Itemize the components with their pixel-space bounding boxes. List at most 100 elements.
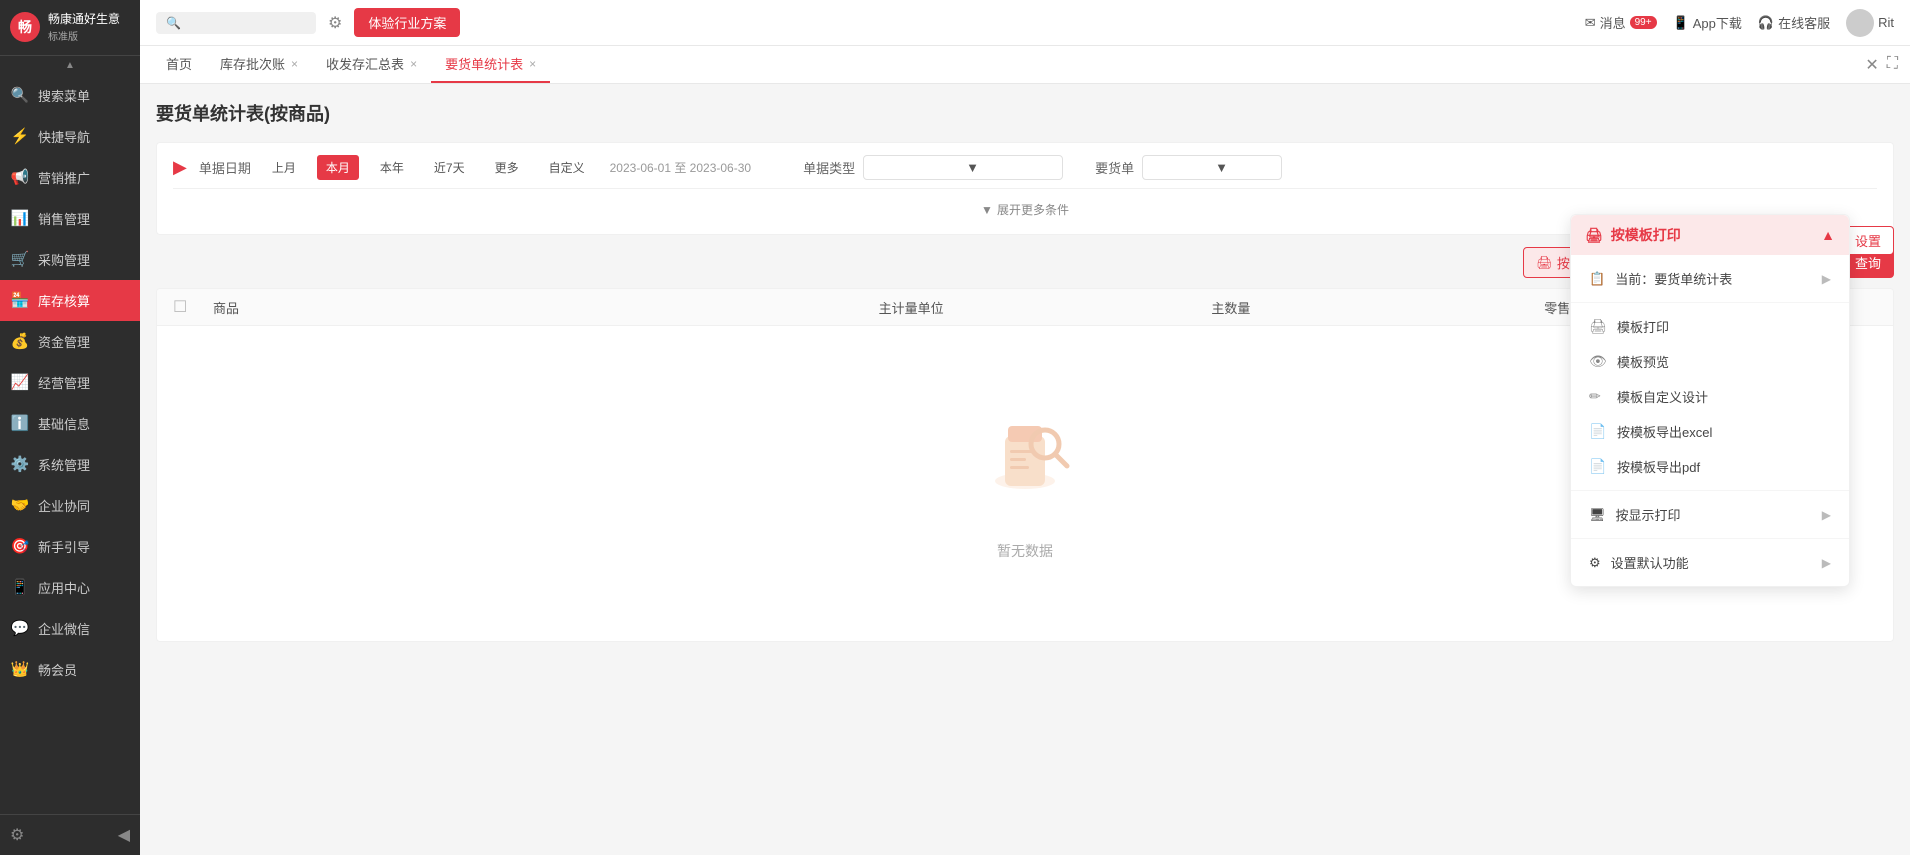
current-template-section: 📋 当前：要货单统计表 ▶: [1571, 255, 1849, 303]
tab-collection-summary-close[interactable]: ×: [410, 57, 417, 71]
sidebar-item-appstore[interactable]: 📱 应用中心: [0, 567, 140, 608]
sidebar-item-purchase[interactable]: 🛒 采购管理: [0, 239, 140, 280]
sidebar-item-search[interactable]: 🔍 搜索菜单: [0, 75, 140, 116]
expand-conditions-btn[interactable]: ▼ 展开更多条件: [971, 197, 1079, 222]
sidebar-item-system[interactable]: ⚙️ 系统管理: [0, 444, 140, 485]
sidebar-label-marketing: 营销推广: [38, 168, 90, 187]
sidebar-item-guide[interactable]: 🎯 新手引导: [0, 526, 140, 567]
date-btn-this-month[interactable]: 本月: [317, 155, 359, 180]
page-title: 要货单统计表(按商品): [156, 100, 1894, 126]
sidebar-item-member[interactable]: 👑 畅会员: [0, 649, 140, 690]
print-dropdown-header[interactable]: 🖨 按模板打印 ▲: [1571, 215, 1849, 255]
sidebar-label-sales: 销售管理: [38, 209, 90, 228]
set-default-icon: ⚙: [1589, 555, 1601, 571]
sidebar-label-wecom: 企业微信: [38, 619, 90, 638]
tab-batch-account-close[interactable]: ×: [291, 57, 298, 71]
print-dropdown-label: 按模板打印: [1611, 225, 1681, 245]
th-checkbox: ☐: [173, 297, 213, 317]
checkbox-icon[interactable]: ☐: [173, 299, 187, 316]
set-default-item[interactable]: ⚙ 设置默认功能 ▶: [1571, 545, 1849, 580]
date-btn-more[interactable]: 更多: [486, 155, 528, 180]
sidebar-item-quick-nav[interactable]: ⚡ 快捷导航: [0, 116, 140, 157]
date-filter-label: 单据日期: [199, 158, 251, 177]
inventory-icon: 🏪: [10, 291, 30, 309]
category-select[interactable]: ▼: [1142, 155, 1282, 180]
template-custom-icon: ✏: [1589, 388, 1607, 405]
finance-icon: 💰: [10, 332, 30, 350]
tab-home-label: 首页: [166, 54, 192, 73]
search-icon: 🔍: [166, 16, 181, 30]
online-service-btn[interactable]: 🎧 在线客服: [1758, 13, 1830, 32]
user-avatar[interactable]: Rit: [1846, 9, 1894, 37]
sidebar-label-collab: 企业协同: [38, 496, 90, 515]
sidebar-item-sales[interactable]: 📊 销售管理: [0, 198, 140, 239]
sidebar-item-finance[interactable]: 💰 资金管理: [0, 321, 140, 362]
template-excel-item[interactable]: 📄 按模板导出excel: [1571, 414, 1849, 449]
dropdown-close-chevron[interactable]: ▲: [1821, 227, 1835, 243]
type-select[interactable]: ▼: [863, 155, 1063, 180]
sidebar-item-marketing[interactable]: 📢 营销推广: [0, 157, 140, 198]
tab-home[interactable]: 首页: [152, 46, 206, 83]
page-content: 要货单统计表(按商品) ▶ 单据日期 上月 本月 本年 近7天 更多 自定义 2…: [140, 84, 1910, 855]
sidebar-nav: 🔍 搜索菜单⚡ 快捷导航📢 营销推广📊 销售管理🛒 采购管理🏪 库存核算💰 资金…: [0, 75, 140, 814]
current-template-icon: 📋: [1589, 271, 1605, 287]
tab-batch-account-label: 库存批次账: [220, 54, 285, 73]
current-template-label: 当前：要货单统计表: [1615, 269, 1732, 288]
print-dropdown-title: 🖨 按模板打印: [1585, 225, 1681, 245]
tab-batch-account[interactable]: 库存批次账 ×: [206, 46, 312, 83]
sidebar-item-collab[interactable]: 🤝 企业协同: [0, 485, 140, 526]
logo-name: 畅康通好生意: [48, 12, 120, 28]
set-default-arrow: ▶: [1822, 556, 1831, 570]
gear-icon[interactable]: ⚙: [328, 13, 342, 33]
close-window-icon[interactable]: ✕: [1865, 55, 1878, 75]
topbar-right: ✉ 消息 99+ 📱 App下载 🎧 在线客服 Rit: [1585, 9, 1894, 37]
sidebar-item-operation[interactable]: 📈 经营管理: [0, 362, 140, 403]
message-btn[interactable]: ✉ 消息 99+: [1585, 13, 1657, 32]
sidebar-bottom: ⚙ ◀: [0, 814, 140, 855]
app-download-btn[interactable]: 📱 App下载: [1673, 13, 1742, 32]
print-dropdown: 🖨 按模板打印 ▲ 📋 当前：要货单统计表 ▶ 🖨 模板打印: [1570, 214, 1850, 587]
mute-icon[interactable]: ◀: [118, 825, 130, 845]
date-btn-this-year[interactable]: 本年: [371, 155, 413, 180]
member-icon: 👑: [10, 660, 30, 678]
template-print-item[interactable]: 🖨 模板打印: [1571, 309, 1849, 344]
date-btn-last-month[interactable]: 上月: [263, 155, 305, 180]
headset-icon: 🎧: [1758, 15, 1774, 31]
template-preview-label: 模板预览: [1617, 352, 1669, 371]
sidebar-item-inventory[interactable]: 🏪 库存核算: [0, 280, 140, 321]
template-preview-item[interactable]: 👁 模板预览: [1571, 344, 1849, 379]
trial-btn[interactable]: 体验行业方案: [354, 8, 460, 37]
current-template-item[interactable]: 📋 当前：要货单统计表 ▶: [1571, 261, 1849, 296]
app-logo: 畅 畅康通好生意 标准版: [0, 0, 140, 56]
template-custom-item[interactable]: ✏ 模板自定义设计: [1571, 379, 1849, 414]
sidebar-scroll-up[interactable]: ▲: [0, 56, 140, 75]
filter-expand-icon[interactable]: ▶: [173, 157, 187, 178]
appstore-icon: 📱: [10, 578, 30, 596]
sidebar-label-purchase: 采购管理: [38, 250, 90, 269]
sidebar-label-guide: 新手引导: [38, 537, 90, 556]
template-pdf-icon: 📄: [1589, 458, 1607, 475]
tab-collection-summary[interactable]: 收发存汇总表 ×: [312, 46, 431, 83]
sidebar-item-basic[interactable]: ℹ️ 基础信息: [0, 403, 140, 444]
display-print-item[interactable]: 🖥 按显示打印 ▶: [1571, 497, 1849, 532]
category-label: 要货单: [1095, 158, 1134, 177]
search-bar[interactable]: 🔍: [156, 12, 316, 34]
date-btn-7days[interactable]: 近7天: [425, 155, 474, 180]
template-pdf-label: 按模板导出pdf: [1617, 457, 1700, 476]
sidebar-label-system: 系统管理: [38, 455, 90, 474]
basic-icon: ℹ️: [10, 414, 30, 432]
expand-window-icon[interactable]: ⛶: [1887, 55, 1898, 75]
sidebar-item-wecom[interactable]: 💬 企业微信: [0, 608, 140, 649]
printer-icon: 🖨: [1536, 255, 1553, 271]
online-service-label: 在线客服: [1778, 13, 1830, 32]
sidebar-label-finance: 资金管理: [38, 332, 90, 351]
template-print-icon: 🖨: [1589, 318, 1607, 335]
app-download-icon: 📱: [1673, 15, 1689, 31]
tab-order-stats[interactable]: 要货单统计表 ×: [431, 46, 550, 83]
settings-icon[interactable]: ⚙: [10, 825, 24, 845]
date-btn-custom[interactable]: 自定义: [540, 155, 594, 180]
empty-icon: [975, 406, 1075, 525]
tab-order-stats-close[interactable]: ×: [529, 57, 536, 71]
tab-order-stats-label: 要货单统计表: [445, 54, 523, 73]
template-pdf-item[interactable]: 📄 按模板导出pdf: [1571, 449, 1849, 484]
